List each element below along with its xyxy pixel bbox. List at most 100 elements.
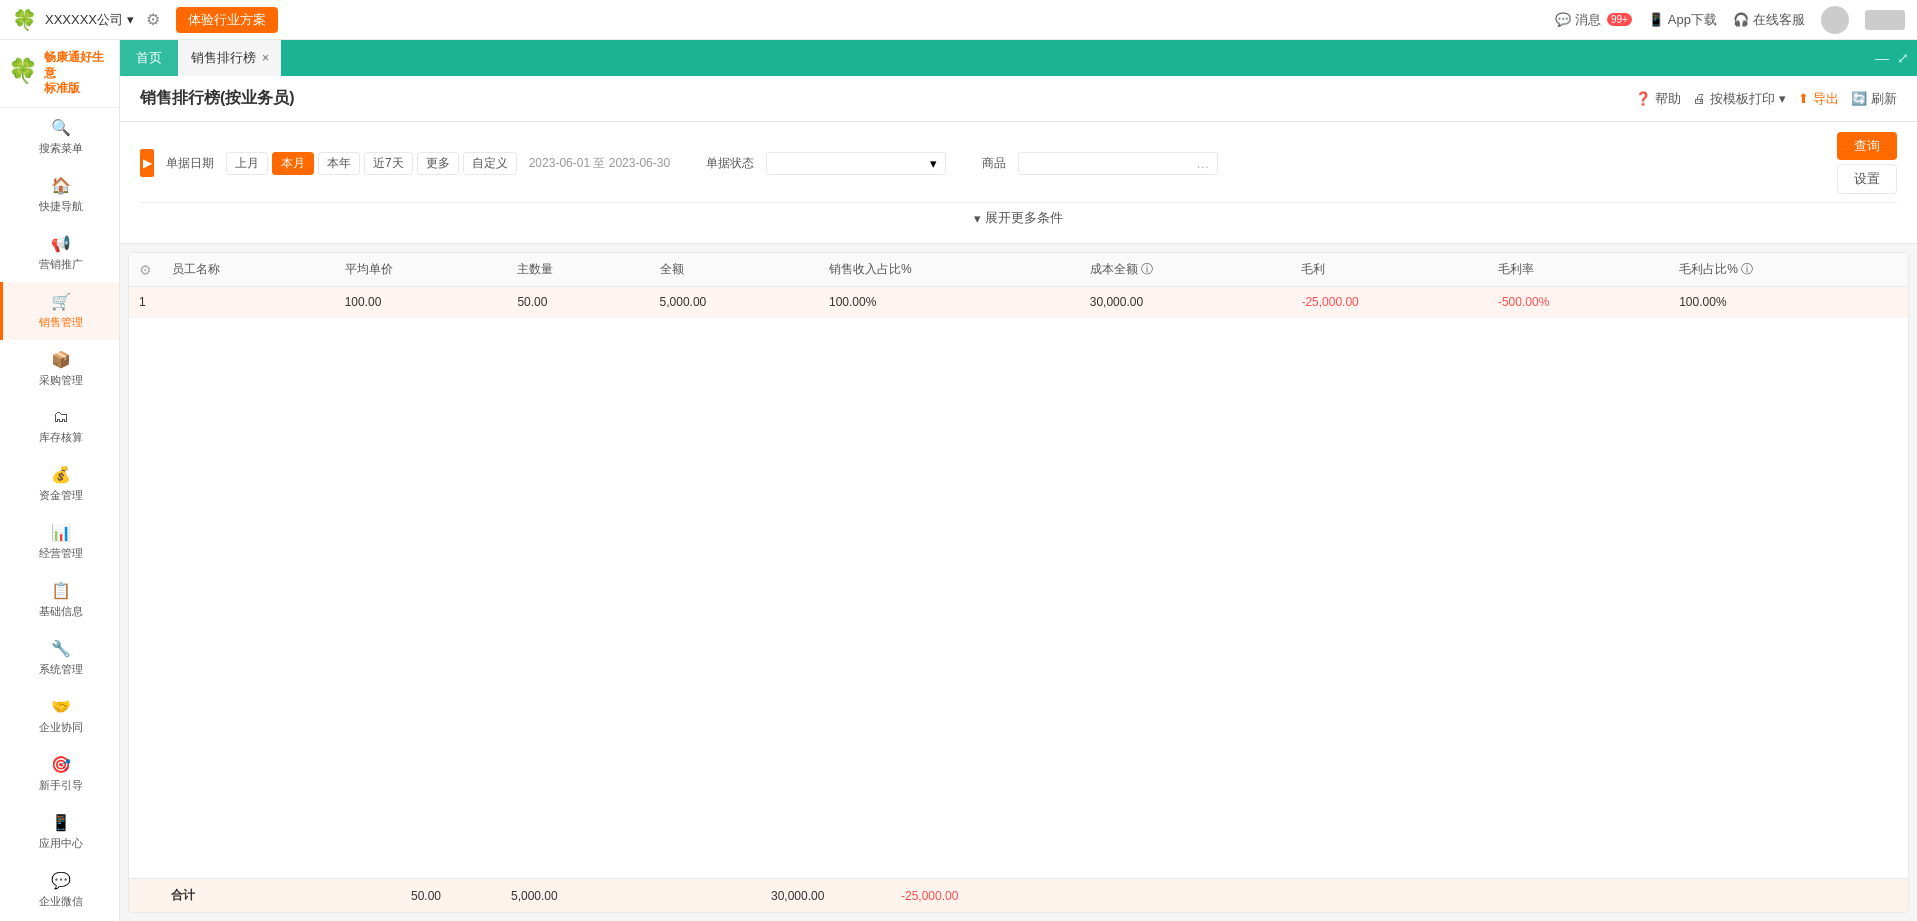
table-row: 1 100.00 50.00 5,000.00 100.00% 30,000.0… xyxy=(129,287,1908,318)
date-btn-custom[interactable]: 自定义 xyxy=(463,152,517,175)
app-download-label: App下载 xyxy=(1668,11,1717,29)
table-body: 1 100.00 50.00 5,000.00 100.00% 30,000.0… xyxy=(129,287,1908,318)
sidebar-logo: 🍀 畅康通好生意标准版 xyxy=(0,40,119,108)
sidebar-item-system[interactable]: 🔧 系统管理 xyxy=(0,629,119,687)
cell-cost-0: 30,000.00 xyxy=(1080,287,1292,318)
print-btn[interactable]: 🖨 按模板打印 ▾ xyxy=(1693,90,1786,108)
sidebar-item-sales[interactable]: 🛒 销售管理 xyxy=(0,282,119,340)
sidebar-icon-inventory: 🗂 xyxy=(53,408,69,426)
sidebar-items-container: 🔍 搜索菜单 🏠 快捷导航 📢 营销推广 🛒 销售管理 📦 采购管理 🗂 库存核… xyxy=(0,108,119,921)
date-btn-prev-month[interactable]: 上月 xyxy=(226,152,268,175)
footer-qty: 50.00 xyxy=(411,889,511,903)
sidebar-icon-enterprise-collab: 🤝 xyxy=(51,697,71,716)
export-label: 导出 xyxy=(1813,90,1839,108)
cell-avg-price-0: 100.00 xyxy=(335,287,508,318)
message-icon: 💬 xyxy=(1555,12,1571,27)
trial-btn[interactable]: 体验行业方案 xyxy=(176,7,278,33)
expand-icon: ▾ xyxy=(974,211,981,226)
cell-employee-0 xyxy=(162,287,335,318)
sidebar-item-enterprise-wechat[interactable]: 💬 企业微信 xyxy=(0,861,119,919)
filter-collapse-btn[interactable]: ▶ xyxy=(140,149,154,177)
sidebar-label-purchase: 采购管理 xyxy=(39,373,83,388)
message-btn[interactable]: 💬 消息 99+ xyxy=(1555,11,1632,29)
sidebar-label-marketing: 营销推广 xyxy=(39,257,83,272)
date-range-display: 2023-06-01 至 2023-06-30 xyxy=(529,155,670,172)
page-content: 销售排行榜(按业务员) ❓ 帮助 🖨 按模板打印 ▾ ⬆ 导出 xyxy=(120,76,1917,921)
top-bar-right: 💬 消息 99+ 📱 App下载 🎧 在线客服 xyxy=(1555,6,1905,34)
sidebar-item-basic-info[interactable]: 📋 基础信息 xyxy=(0,571,119,629)
company-selector[interactable]: XXXXXX公司 ▾ xyxy=(45,11,134,29)
col-gross-rate: 毛利率 xyxy=(1488,253,1669,287)
query-btn[interactable]: 查询 xyxy=(1837,132,1897,160)
sidebar-item-finance[interactable]: 💰 资金管理 xyxy=(0,455,119,513)
sidebar-icon-basic-info: 📋 xyxy=(51,581,71,600)
sidebar-logo-text: 畅康通好生意标准版 xyxy=(44,50,111,97)
cell-amount-0: 5,000.00 xyxy=(650,287,819,318)
tab-minimize-icon[interactable]: — xyxy=(1875,50,1889,66)
page-header: 销售排行榜(按业务员) ❓ 帮助 🖨 按模板打印 ▾ ⬆ 导出 xyxy=(120,76,1917,122)
date-btn-more[interactable]: 更多 xyxy=(417,152,459,175)
app-download-btn[interactable]: 📱 App下载 xyxy=(1648,11,1717,29)
sidebar-icon-search: 🔍 xyxy=(51,118,71,137)
footer-total-label: 合计 xyxy=(171,887,291,904)
refresh-label: 刷新 xyxy=(1871,90,1897,108)
table-settings-icon[interactable]: ⚙ xyxy=(139,262,152,278)
company-dropdown-icon: ▾ xyxy=(127,12,134,27)
sidebar-item-operations[interactable]: 📊 经营管理 xyxy=(0,513,119,571)
export-btn[interactable]: ⬆ 导出 xyxy=(1798,90,1839,108)
sidebar-icon-quick-nav: 🏠 xyxy=(51,176,71,195)
filter-actions: 查询 设置 xyxy=(1837,132,1897,194)
goods-select[interactable]: … xyxy=(1018,152,1218,175)
tab-maximize-icon[interactable]: ⤢ xyxy=(1897,50,1909,66)
tab-bar: 首页 销售排行榜 × — ⤢ xyxy=(120,40,1917,76)
sidebar-icon-newbie-guide: 🎯 xyxy=(51,755,71,774)
date-btn-current-year[interactable]: 本年 xyxy=(318,152,360,175)
help-btn[interactable]: ❓ 帮助 xyxy=(1635,90,1681,108)
company-name: XXXXXX公司 xyxy=(45,11,123,29)
setting-btn[interactable]: 设置 xyxy=(1837,164,1897,194)
col-amount: 全额 xyxy=(650,253,819,287)
app-download-icon: 📱 xyxy=(1648,12,1664,27)
sidebar-item-app-center[interactable]: 📱 应用中心 xyxy=(0,803,119,861)
sidebar-label-inventory: 库存核算 xyxy=(39,430,83,445)
date-btn-7days[interactable]: 近7天 xyxy=(364,152,413,175)
avatar[interactable] xyxy=(1821,6,1849,34)
table-area: ⚙ 员工名称 平均单价 主数量 全额 销售收入占比% 成本全额 ⓘ 毛利 毛利率 xyxy=(128,252,1909,913)
tab-sales-ranking[interactable]: 销售排行榜 × xyxy=(178,40,281,76)
table-footer: 合计 50.00 5,000.00 30,000.00 -25,000.00 xyxy=(129,878,1908,912)
export-icon: ⬆ xyxy=(1798,91,1809,106)
date-btn-current-month[interactable]: 本月 xyxy=(272,152,314,175)
sidebar-item-purchase[interactable]: 📦 采购管理 xyxy=(0,340,119,398)
sidebar-label-finance: 资金管理 xyxy=(39,488,83,503)
settings-icon[interactable]: ⚙ xyxy=(146,10,160,29)
online-service-btn[interactable]: 🎧 在线客服 xyxy=(1733,11,1805,29)
footer-amount: 5,000.00 xyxy=(511,889,641,903)
tab-controls: — ⤢ xyxy=(1867,50,1917,66)
print-dropdown-icon: ▾ xyxy=(1779,91,1786,106)
goods-more-icon[interactable]: … xyxy=(1196,156,1209,171)
help-icon: ❓ xyxy=(1635,91,1651,106)
sidebar: 🍀 畅康通好生意标准版 🔍 搜索菜单 🏠 快捷导航 📢 营销推广 🛒 销售管理 … xyxy=(0,40,120,921)
status-select[interactable]: ▾ xyxy=(766,152,946,175)
tab-home[interactable]: 首页 xyxy=(120,40,178,76)
tab-close-icon[interactable]: × xyxy=(262,51,269,65)
help-label: 帮助 xyxy=(1655,90,1681,108)
sidebar-item-newbie-guide[interactable]: 🎯 新手引导 xyxy=(0,745,119,803)
filter-row: ▶ 单据日期 上月 本月 本年 近7天 更多 自定义 2023-06-01 至 … xyxy=(140,132,1897,194)
expand-row: ▾ 展开更多条件 xyxy=(140,202,1897,233)
sidebar-item-marketing[interactable]: 📢 营销推广 xyxy=(0,224,119,282)
cell-rank-0: 1 xyxy=(129,287,162,318)
refresh-btn[interactable]: 🔄 刷新 xyxy=(1851,90,1897,108)
table-scroll[interactable]: ⚙ 员工名称 平均单价 主数量 全额 销售收入占比% 成本全额 ⓘ 毛利 毛利率 xyxy=(129,253,1908,878)
sidebar-item-inventory[interactable]: 🗂 库存核算 xyxy=(0,398,119,455)
cell-sales-ratio-0: 100.00% xyxy=(819,287,1080,318)
sidebar-label-search: 搜索菜单 xyxy=(39,141,83,156)
sidebar-item-enterprise-collab[interactable]: 🤝 企业协同 xyxy=(0,687,119,745)
sidebar-label-enterprise-collab: 企业协同 xyxy=(39,720,83,735)
sidebar-item-search[interactable]: 🔍 搜索菜单 xyxy=(0,108,119,166)
sidebar-item-quick-nav[interactable]: 🏠 快捷导航 xyxy=(0,166,119,224)
expand-conditions-btn[interactable]: ▾ 展开更多条件 xyxy=(974,209,1063,227)
col-gross-profit: 毛利 xyxy=(1291,253,1488,287)
date-options: 上月 本月 本年 近7天 更多 自定义 xyxy=(226,152,517,175)
sidebar-icon-system: 🔧 xyxy=(51,639,71,658)
